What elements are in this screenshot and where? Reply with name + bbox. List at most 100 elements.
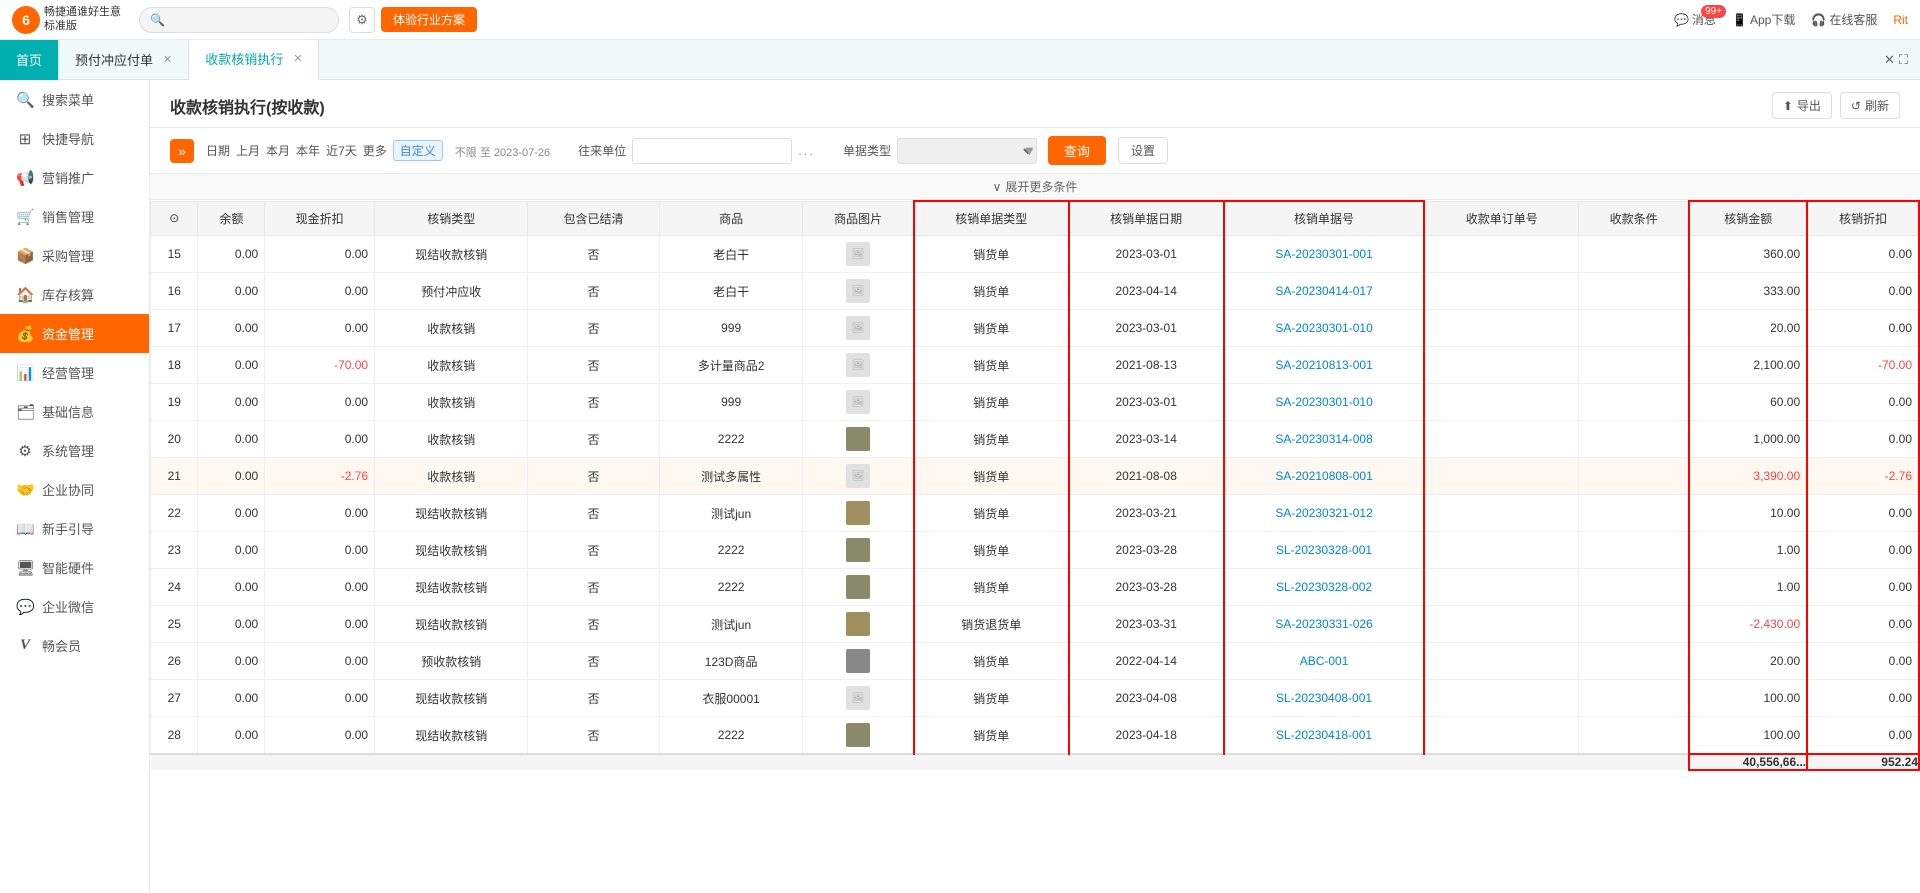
cell-verify-doc-no[interactable]: SA-20230301-001 <box>1224 236 1425 273</box>
verify-doc-link[interactable]: SA-20230314-008 <box>1275 432 1372 446</box>
table-row: 22 0.00 0.00 现结收款核销 否 测试jun 销货单 2023-03-… <box>151 495 1920 532</box>
verify-doc-link[interactable]: ABC-001 <box>1300 654 1349 668</box>
message-btn[interactable]: 💬 消息 99+ <box>1674 11 1716 28</box>
cell-product-image: 🖼 <box>803 310 914 347</box>
close-collection-icon[interactable]: ✕ <box>293 52 302 65</box>
verify-doc-link[interactable]: SL-20230408-001 <box>1276 691 1372 705</box>
cell-verify-doc-no[interactable]: ABC-001 <box>1224 643 1425 680</box>
system-icon: ⚙ <box>16 442 34 460</box>
sidebar-item-operation[interactable]: 📊 经营管理 <box>0 353 149 392</box>
expand-conditions-btn[interactable]: ∨ 展开更多条件 <box>993 178 1078 195</box>
cell-collect-order-no <box>1424 421 1578 458</box>
date-custom[interactable]: 自定义 <box>393 140 443 161</box>
sidebar-item-enterprise[interactable]: 🤝 企业协同 <box>0 470 149 509</box>
filter-expand-btn[interactable]: » <box>170 139 194 163</box>
cell-collect-order-no <box>1424 458 1578 495</box>
verify-doc-link[interactable]: SA-20230331-026 <box>1275 617 1372 631</box>
cell-verify-type: 现结收款核销 <box>375 680 528 717</box>
online-service-btn[interactable]: 🎧 在线客服 <box>1811 11 1877 28</box>
sidebar-item-purchase[interactable]: 📦 采购管理 <box>0 236 149 275</box>
cell-verify-doc-no[interactable]: SA-20230414-017 <box>1224 273 1425 310</box>
date-this-year[interactable]: 本年 <box>296 142 320 159</box>
cell-verify-amount: 1,000.00 <box>1689 421 1807 458</box>
verify-doc-link[interactable]: SA-20210808-001 <box>1275 469 1372 483</box>
sidebar-item-finance[interactable]: 💰 资金管理 <box>0 314 149 353</box>
close-window-icon[interactable]: ✕ <box>1884 52 1895 68</box>
app-logo: 6 畅捷通谁好生意标准版 <box>12 6 121 34</box>
cell-cash-discount: 0.00 <box>265 680 375 717</box>
cell-include-settled: 否 <box>528 421 660 458</box>
partner-input[interactable] <box>632 138 792 164</box>
verify-doc-link[interactable]: SA-20230321-012 <box>1275 506 1372 520</box>
verify-doc-link[interactable]: SA-20230301-001 <box>1275 247 1372 261</box>
cell-verify-doc-no[interactable]: SA-20210813-001 <box>1224 347 1425 384</box>
sidebar-item-base[interactable]: 🗂 基础信息 <box>0 392 149 431</box>
cell-verify-discount: -2.76 <box>1807 458 1919 495</box>
maximize-icon[interactable]: ⛶ <box>1899 52 1908 68</box>
refresh-btn[interactable]: ↺ 刷新 <box>1840 92 1900 119</box>
cell-verify-doc-no[interactable]: SL-20230328-002 <box>1224 569 1425 606</box>
cell-verify-doc-no[interactable]: SA-20230301-010 <box>1224 384 1425 421</box>
verify-doc-link[interactable]: SA-20230301-010 <box>1275 395 1372 409</box>
industry-btn[interactable]: 体验行业方案 <box>381 7 477 32</box>
cell-verify-doc-no[interactable]: SA-20230301-010 <box>1224 310 1425 347</box>
cell-verify-type: 收款核销 <box>375 384 528 421</box>
cell-verify-type: 现结收款核销 <box>375 606 528 643</box>
voucher-type-select[interactable] <box>897 138 1037 164</box>
tab-home[interactable]: 首页 <box>0 40 59 80</box>
partner-dots[interactable]: ... <box>798 143 815 158</box>
sidebar-item-sales[interactable]: 🛒 销售管理 <box>0 197 149 236</box>
tab-collection[interactable]: 收款核销执行 ✕ <box>189 40 319 80</box>
verify-doc-link[interactable]: SL-20230328-001 <box>1276 543 1372 557</box>
date-more[interactable]: 更多 <box>363 142 387 159</box>
sidebar-item-guide[interactable]: 📖 新手引导 <box>0 509 149 548</box>
sidebar-item-inventory-label: 库存核算 <box>42 285 94 304</box>
export-btn[interactable]: ⬆ 导出 <box>1772 92 1832 119</box>
verify-doc-link[interactable]: SA-20210813-001 <box>1275 358 1372 372</box>
cell-verify-doc-no[interactable]: SA-20210808-001 <box>1224 458 1425 495</box>
cell-include-settled: 否 <box>528 458 660 495</box>
sidebar-item-quick[interactable]: ⊞ 快捷导航 <box>0 119 149 158</box>
cell-product-image <box>803 606 914 643</box>
close-prepay-icon[interactable]: ✕ <box>163 53 172 66</box>
sidebar-item-purchase-label: 采购管理 <box>42 246 94 265</box>
cell-verify-doc-type: 销货单 <box>914 310 1069 347</box>
cell-verify-doc-type: 销货单 <box>914 421 1069 458</box>
cell-collect-condition <box>1579 384 1690 421</box>
cell-verify-doc-no[interactable]: SA-20230321-012 <box>1224 495 1425 532</box>
verify-doc-link[interactable]: SA-20230301-010 <box>1275 321 1372 335</box>
app-download-btn[interactable]: 📱 App下载 <box>1732 11 1795 28</box>
cell-verify-doc-no[interactable]: SL-20230328-001 <box>1224 532 1425 569</box>
date-7days[interactable]: 近7天 <box>326 142 357 159</box>
date-this-month[interactable]: 本月 <box>266 142 290 159</box>
cell-cash-discount: 0.00 <box>265 569 375 606</box>
sidebar-item-system[interactable]: ⚙ 系统管理 <box>0 431 149 470</box>
cell-verify-doc-no[interactable]: SA-20230331-026 <box>1224 606 1425 643</box>
top-search[interactable]: 🔍 <box>139 7 339 33</box>
cell-verify-amount: 2,100.00 <box>1689 347 1807 384</box>
sidebar-item-wechat[interactable]: 💬 企业微信 <box>0 587 149 626</box>
cell-no: 22 <box>151 495 198 532</box>
sales-icon: 🛒 <box>16 208 34 226</box>
tab-prepay[interactable]: 预付冲应付单 ✕ <box>59 40 189 80</box>
cell-verify-doc-no[interactable]: SL-20230408-001 <box>1224 680 1425 717</box>
sidebar-item-search[interactable]: 🔍 搜索菜单 <box>0 80 149 119</box>
verify-doc-link[interactable]: SL-20230418-001 <box>1276 728 1372 742</box>
sidebar-item-smart[interactable]: 🖥 智能硬件 <box>0 548 149 587</box>
cell-verify-doc-no[interactable]: SL-20230418-001 <box>1224 717 1425 755</box>
cell-verify-doc-no[interactable]: SA-20230314-008 <box>1224 421 1425 458</box>
filter-settings-btn[interactable]: 设置 <box>1118 137 1168 164</box>
verify-doc-link[interactable]: SA-20230414-017 <box>1275 284 1372 298</box>
date-last-month[interactable]: 上月 <box>236 142 260 159</box>
col-header-settings[interactable]: ⊙ <box>151 201 198 236</box>
cell-verify-discount: 0.00 <box>1807 273 1919 310</box>
sidebar-item-member[interactable]: V 畅会员 <box>0 626 149 665</box>
verify-doc-link[interactable]: SL-20230328-002 <box>1276 580 1372 594</box>
col-header-verify-discount: 核销折扣 <box>1807 201 1919 236</box>
sidebar-item-marketing[interactable]: 📢 营销推广 <box>0 158 149 197</box>
sidebar-item-inventory[interactable]: 🏠 库存核算 <box>0 275 149 314</box>
settings-icon[interactable]: ⚙ <box>349 7 375 33</box>
query-btn[interactable]: 查询 <box>1048 136 1106 165</box>
col-header-collect-order-no: 收款单订单号 <box>1424 201 1578 236</box>
service-icon: 🎧 <box>1811 13 1826 27</box>
